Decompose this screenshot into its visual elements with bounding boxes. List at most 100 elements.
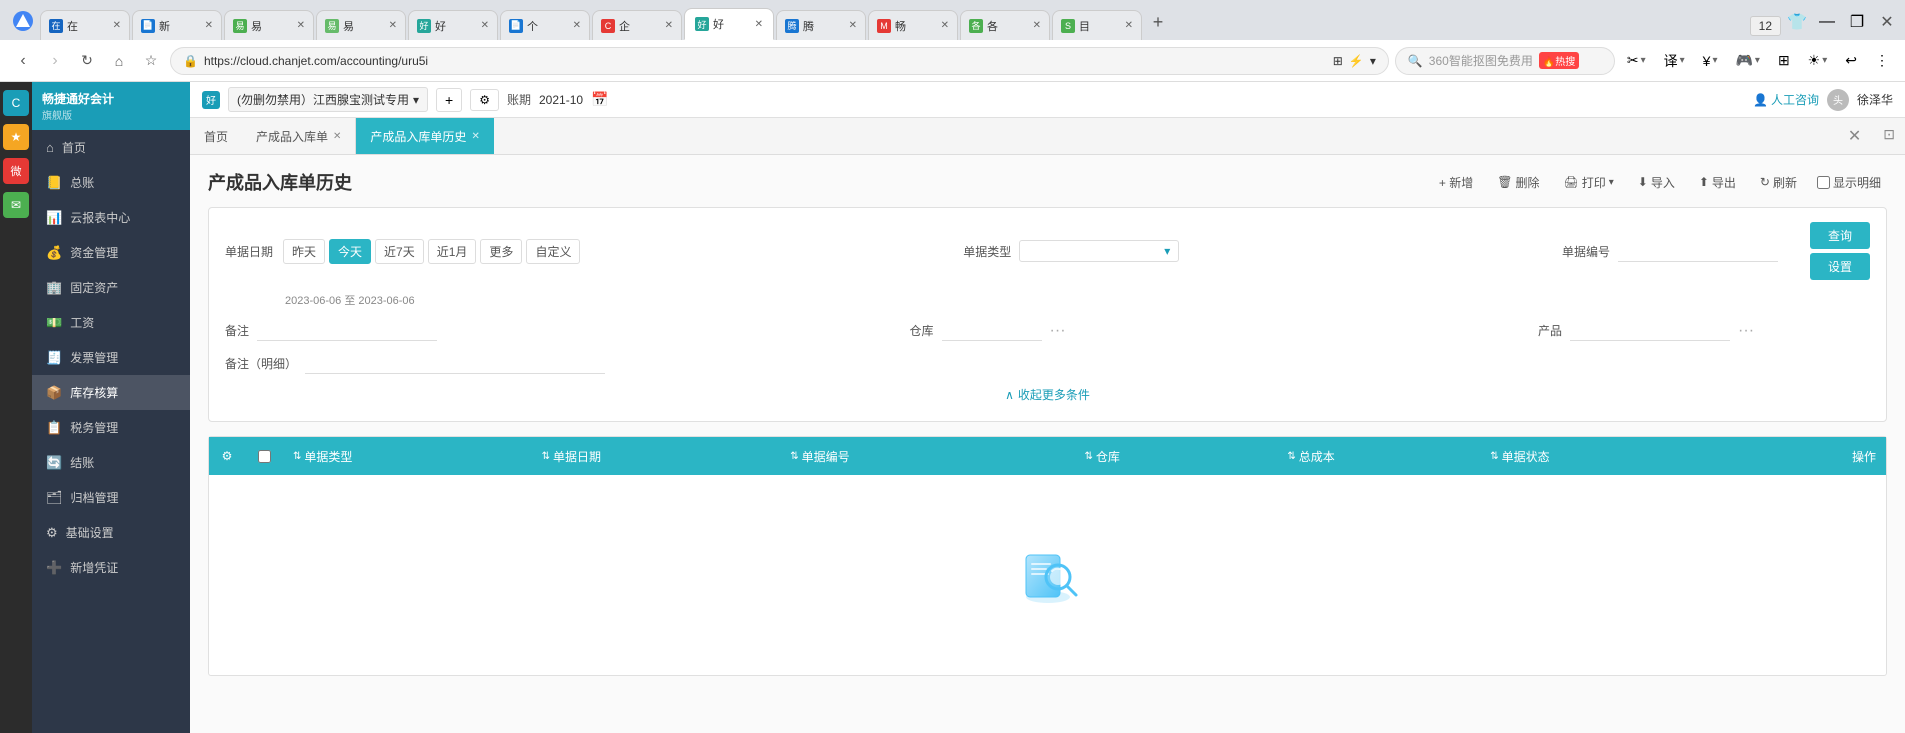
grid-apps-icon[interactable]: ⊞ — [1772, 49, 1796, 72]
type-select[interactable]: ▾ — [1019, 240, 1179, 262]
sidebar-item-settlement[interactable]: 🔄 结账 — [32, 445, 190, 480]
tab-hao1[interactable]: 好 好 ✕ — [408, 10, 498, 40]
setting-button[interactable]: 设置 — [1810, 253, 1870, 280]
sun-icon[interactable]: ☀▾ — [1802, 49, 1834, 72]
undo-icon[interactable]: ↩ — [1839, 49, 1863, 72]
account-selector[interactable]: (勿删勿禁用）江西腺宝测试专用 ▾ — [228, 87, 428, 112]
tab-qi[interactable]: C 企 ✕ — [592, 10, 682, 40]
th-warehouse[interactable]: ⇅ 仓库 — [1075, 448, 1278, 465]
tab-close[interactable]: ✕ — [1125, 20, 1133, 31]
tab-history[interactable]: 产成品入库单历史 ✕ — [356, 118, 493, 154]
date-1month[interactable]: 近1月 — [428, 239, 477, 264]
date-custom[interactable]: 自定义 — [526, 239, 580, 264]
sidebar-item-inventory[interactable]: 📦 库存核算 — [32, 375, 190, 410]
tab-close[interactable]: ✕ — [113, 20, 121, 31]
minimize-button[interactable]: — — [1813, 8, 1841, 36]
date-yesterday[interactable]: 昨天 — [283, 239, 325, 264]
th-type[interactable]: ⇅ 单据类型 — [283, 448, 532, 465]
tab-close[interactable]: ✕ — [389, 20, 397, 31]
tab-close[interactable]: ✕ — [205, 20, 213, 31]
search-bar[interactable]: 🔍 360智能抠图免费用 🔥热搜 — [1395, 47, 1615, 75]
export-button[interactable]: ⬆ 导出 — [1689, 170, 1746, 195]
th-check[interactable] — [245, 450, 283, 463]
period-calendar-button[interactable]: 📅 — [591, 91, 608, 108]
query-button[interactable]: 查询 — [1810, 222, 1870, 249]
tab-close[interactable]: ✕ — [665, 20, 673, 31]
thunder-icon[interactable]: ⚡ — [1349, 54, 1364, 68]
dropdown-icon[interactable]: ▾ — [1370, 54, 1376, 68]
app-icon-star[interactable]: ★ — [3, 124, 29, 150]
reload-button[interactable]: ↻ — [74, 48, 100, 74]
grid-icon[interactable]: ⊞ — [1333, 54, 1343, 68]
sidebar-item-settings[interactable]: ⚙ 基础设置 — [32, 515, 190, 550]
add-account-button[interactable]: + — [436, 88, 462, 112]
sidebar-item-newvoucher[interactable]: ➕ 新增凭证 — [32, 550, 190, 585]
display-checkbox[interactable]: 显示明细 — [1811, 170, 1887, 195]
tab-zai[interactable]: 在 在 ✕ — [40, 10, 130, 40]
panel-expand-button[interactable]: ⊡ — [1873, 118, 1905, 154]
tab-close-active[interactable]: ✕ — [755, 19, 763, 30]
forward-button[interactable]: › — [42, 48, 68, 74]
import-button[interactable]: ⬇ 导入 — [1628, 170, 1685, 195]
yuan-icon[interactable]: ¥▾ — [1697, 50, 1724, 72]
th-status[interactable]: ⇅ 单据状态 — [1480, 448, 1729, 465]
settings-button[interactable]: ⚙ — [470, 89, 499, 111]
note-detail-input[interactable] — [305, 353, 605, 374]
date-7days[interactable]: 近7天 — [375, 239, 424, 264]
print-button[interactable]: 🖨 打印 ▾ — [1553, 170, 1623, 195]
panel-close-button[interactable]: ✕ — [1836, 118, 1873, 154]
tab-close[interactable]: ✕ — [481, 20, 489, 31]
tab-yi1[interactable]: 易 易 ✕ — [224, 10, 314, 40]
product-input[interactable] — [1570, 320, 1730, 341]
tab-close[interactable]: ✕ — [573, 20, 581, 31]
tab-ge[interactable]: 📄 个 ✕ — [500, 10, 590, 40]
app-icon-weibo[interactable]: 微 — [3, 158, 29, 184]
product-dots[interactable]: ··· — [1738, 322, 1754, 340]
maximize-button[interactable]: ❐ — [1843, 8, 1871, 36]
breadcrumb-home[interactable]: 首页 — [190, 118, 242, 154]
tab-teng[interactable]: 腾 腾 ✕ — [776, 10, 866, 40]
tab-ge2[interactable]: 各 各 ✕ — [960, 10, 1050, 40]
display-checkbox-input[interactable] — [1817, 176, 1830, 189]
th-date[interactable]: ⇅ 单据日期 — [532, 448, 781, 465]
date-today[interactable]: 今天 — [329, 239, 371, 264]
tab-yi2[interactable]: 易 易 ✕ — [316, 10, 406, 40]
tab-list-close[interactable]: ✕ — [333, 131, 341, 142]
tab-close[interactable]: ✕ — [297, 20, 305, 31]
date-more[interactable]: 更多 — [480, 239, 522, 264]
select-all-checkbox[interactable] — [258, 450, 271, 463]
collapse-button[interactable]: ∧ 收起更多条件 — [225, 382, 1870, 407]
close-button[interactable]: ✕ — [1873, 8, 1901, 36]
more-icon[interactable]: ⋮ — [1869, 49, 1895, 72]
sidebar-item-report[interactable]: 📊 云报表中心 — [32, 200, 190, 235]
sidebar-item-archive[interactable]: 🗂 归档管理 — [32, 480, 190, 515]
new-button[interactable]: + 新增 — [1429, 170, 1483, 195]
home-button[interactable]: ⌂ — [106, 48, 132, 74]
address-box[interactable]: 🔒 https://cloud.chanjet.com/accounting/u… — [170, 47, 1389, 75]
bookmark-button[interactable]: ☆ — [138, 48, 164, 74]
sidebar-item-tax[interactable]: 📋 税务管理 — [32, 410, 190, 445]
tab-mu[interactable]: S 目 ✕ — [1052, 10, 1142, 40]
app-icon-mail[interactable]: ✉ — [3, 192, 29, 218]
delete-button[interactable]: 🗑 删除 — [1487, 170, 1549, 195]
tab-close[interactable]: ✕ — [849, 20, 857, 31]
number-input[interactable] — [1618, 241, 1778, 262]
scissors-icon[interactable]: ✂▾ — [1621, 49, 1652, 72]
sidebar-item-home[interactable]: ⌂ 首页 — [32, 130, 190, 165]
tab-hao-active[interactable]: 好 好 ✕ — [684, 8, 774, 40]
tab-chang[interactable]: M 畅 ✕ — [868, 10, 958, 40]
refresh-button[interactable]: ↻ 刷新 — [1750, 170, 1807, 195]
tab-new[interactable]: 📄 新 ✕ — [132, 10, 222, 40]
sidebar-item-invoice[interactable]: 🧾 发票管理 — [32, 340, 190, 375]
shirt-icon[interactable]: 👕 — [1783, 8, 1811, 36]
warehouse-dots[interactable]: ··· — [1050, 322, 1066, 340]
sidebar-item-ledger[interactable]: 📒 总账 — [32, 165, 190, 200]
game-icon[interactable]: 🎮▾ — [1729, 49, 1765, 72]
th-cost[interactable]: ⇅ 总成本 — [1277, 448, 1480, 465]
tab-history-close[interactable]: ✕ — [471, 131, 479, 142]
sidebar-item-fund[interactable]: 💰 资金管理 — [32, 235, 190, 270]
tab-close[interactable]: ✕ — [941, 20, 949, 31]
back-button[interactable]: ‹ — [10, 48, 36, 74]
note-input[interactable] — [257, 320, 437, 341]
app-icon-cj[interactable]: C — [3, 90, 29, 116]
